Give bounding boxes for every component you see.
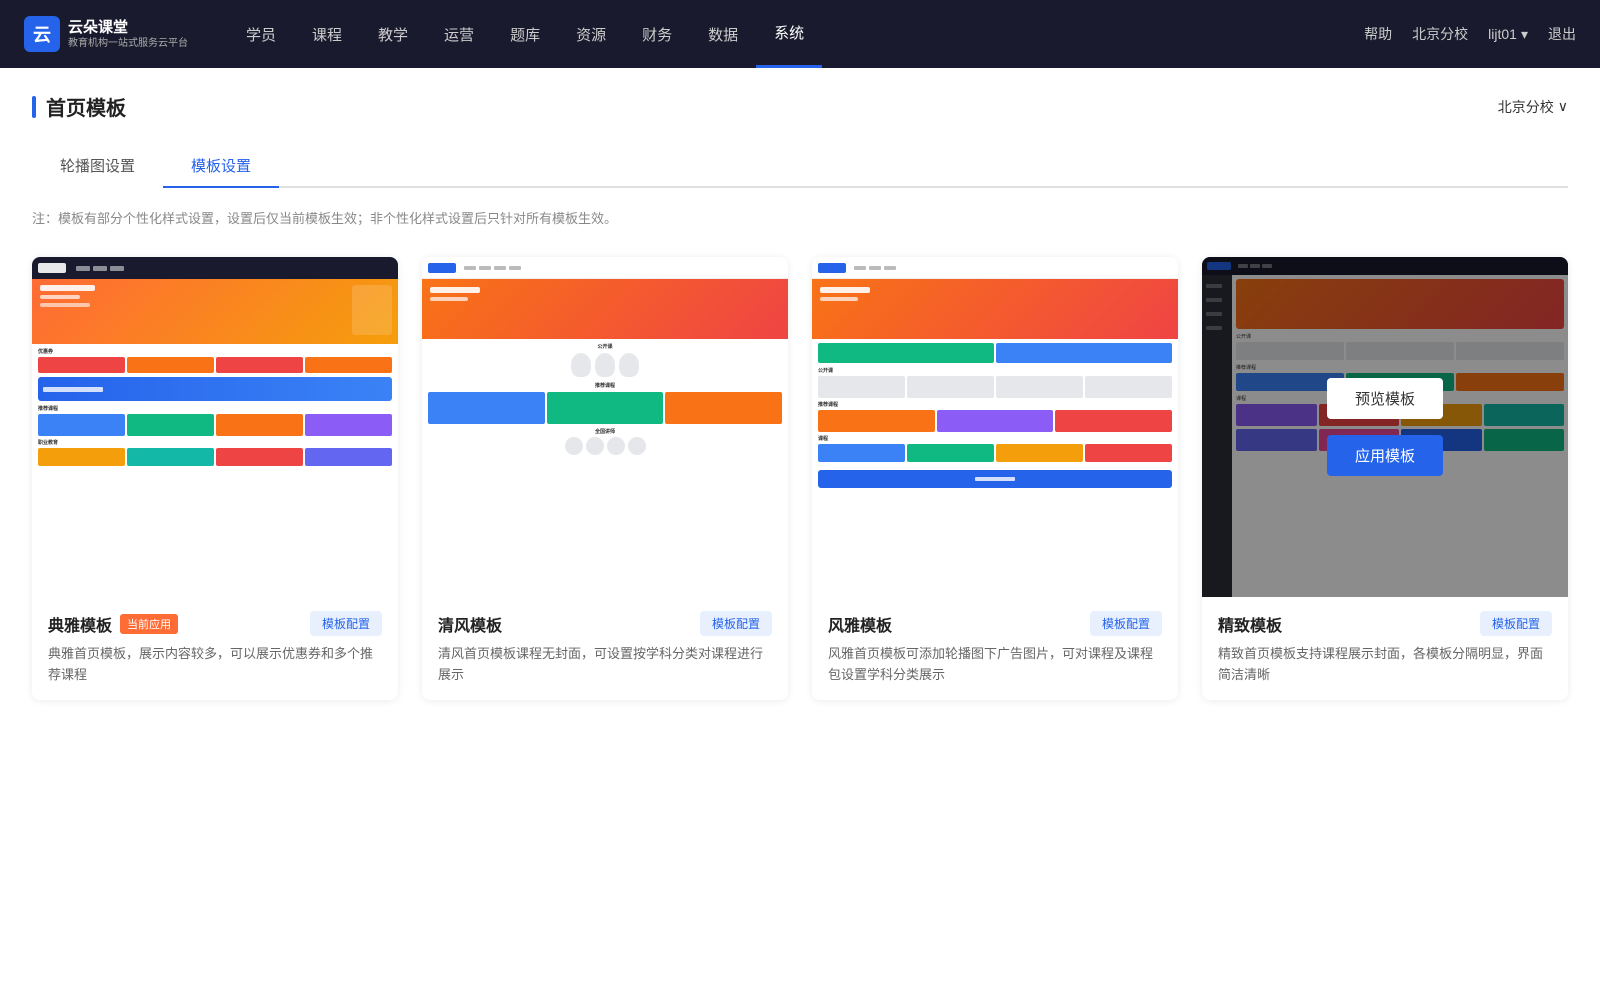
- template-info-elegant2: 风雅模板 模板配置 风雅首页模板可添加轮播图下广告图片，可对课程及课程包设置学科…: [812, 597, 1178, 700]
- template-name: 风雅模板: [828, 612, 892, 636]
- config-button-elegant2[interactable]: 模板配置: [1090, 611, 1162, 636]
- template-name-row: 典雅模板 当前应用 模板配置: [48, 611, 382, 636]
- page-title: 首页模板: [46, 92, 126, 121]
- template-name: 清风模板: [438, 612, 502, 636]
- help-link[interactable]: 帮助: [1364, 24, 1392, 44]
- logo-text: 云朵课堂 教育机构一站式服务云平台: [68, 18, 188, 51]
- page-container: 首页模板 北京分校 ∨ 轮播图设置 模板设置 注：模板有部分个性化样式设置，设置…: [0, 68, 1600, 990]
- tabs: 轮播图设置 模板设置: [32, 145, 1568, 188]
- chevron-down-icon: ∨: [1558, 98, 1568, 115]
- logo-icon: 云: [24, 16, 60, 52]
- note-text: 注：模板有部分个性化样式设置，设置后仅当前模板生效；非个性化样式设置后只针对所有…: [32, 208, 1568, 227]
- nav-students[interactable]: 学员: [228, 0, 294, 68]
- template-name: 精致模板: [1218, 612, 1282, 636]
- current-badge: 当前应用: [120, 614, 178, 634]
- templates-grid: 优惠券 推荐课程: [32, 257, 1568, 700]
- nav-data[interactable]: 数据: [690, 0, 756, 68]
- template-name-row: 风雅模板 模板配置: [828, 611, 1162, 636]
- config-button-elegant[interactable]: 模板配置: [310, 611, 382, 636]
- template-preview-refined: 公开课 推荐课程 课: [1202, 257, 1568, 597]
- branch-selector[interactable]: 北京分校 ∨: [1498, 97, 1568, 117]
- template-preview-fresh: 公开课 推荐课程 全国讲师: [422, 257, 788, 597]
- user-dropdown[interactable]: lijt01 ▾: [1488, 26, 1528, 43]
- navbar: 云 云朵课堂 教育机构一站式服务云平台 学员 课程 教学 运营 题库 资源 财务…: [0, 0, 1600, 68]
- preview-actions: 预览模板 应用模板: [1327, 378, 1443, 476]
- page-title-wrapper: 首页模板: [32, 92, 126, 121]
- nav-system[interactable]: 系统: [756, 0, 822, 68]
- template-info-refined: 精致模板 模板配置 精致首页模板支持课程展示封面，各模板分隔明显，界面简洁清晰: [1202, 597, 1568, 700]
- nav-questions[interactable]: 题库: [492, 0, 558, 68]
- chevron-down-icon: ▾: [1521, 26, 1528, 43]
- page-header: 首页模板 北京分校 ∨: [32, 92, 1568, 121]
- nav-finance[interactable]: 财务: [624, 0, 690, 68]
- template-preview-elegant2: 公开课 推荐课程 课程: [812, 257, 1178, 597]
- logo[interactable]: 云 云朵课堂 教育机构一站式服务云平台: [24, 16, 188, 52]
- nav-courses[interactable]: 课程: [294, 0, 360, 68]
- logout-link[interactable]: 退出: [1548, 24, 1576, 44]
- template-name-row: 精致模板 模板配置: [1218, 611, 1552, 636]
- template-card-elegant: 优惠券 推荐课程: [32, 257, 398, 700]
- branch-link[interactable]: 北京分校: [1412, 24, 1468, 44]
- template-card-fresh: 公开课 推荐课程 全国讲师: [422, 257, 788, 700]
- main-nav: 学员 课程 教学 运营 题库 资源 财务 数据 系统: [228, 0, 1364, 68]
- nav-teaching[interactable]: 教学: [360, 0, 426, 68]
- nav-resources[interactable]: 资源: [558, 0, 624, 68]
- template-info-fresh: 清风模板 模板配置 清风首页模板课程无封面，可设置按学科分类对课程进行展示: [422, 597, 788, 700]
- template-desc: 风雅首页模板可添加轮播图下广告图片，可对课程及课程包设置学科分类展示: [828, 644, 1162, 686]
- tab-carousel[interactable]: 轮播图设置: [32, 145, 163, 188]
- template-preview-elegant: 优惠券 推荐课程: [32, 257, 398, 597]
- config-button-refined[interactable]: 模板配置: [1480, 611, 1552, 636]
- tab-template[interactable]: 模板设置: [163, 145, 279, 188]
- template-card-refined: 公开课 推荐课程 课: [1202, 257, 1568, 700]
- nav-operations[interactable]: 运营: [426, 0, 492, 68]
- template-card-elegant2: 公开课 推荐课程 课程: [812, 257, 1178, 700]
- title-bar-accent: [32, 96, 36, 118]
- template-desc: 精致首页模板支持课程展示封面，各模板分隔明显，界面简洁清晰: [1218, 644, 1552, 686]
- config-button-fresh[interactable]: 模板配置: [700, 611, 772, 636]
- template-name-row: 清风模板 模板配置: [438, 611, 772, 636]
- navbar-right: 帮助 北京分校 lijt01 ▾ 退出: [1364, 24, 1576, 44]
- template-desc: 清风首页模板课程无封面，可设置按学科分类对课程进行展示: [438, 644, 772, 686]
- apply-button[interactable]: 应用模板: [1327, 435, 1443, 476]
- template-info-elegant: 典雅模板 当前应用 模板配置 典雅首页模板，展示内容较多，可以展示优惠券和多个推…: [32, 597, 398, 700]
- template-name: 典雅模板: [48, 612, 112, 636]
- preview-button[interactable]: 预览模板: [1327, 378, 1443, 419]
- template-desc: 典雅首页模板，展示内容较多，可以展示优惠券和多个推荐课程: [48, 644, 382, 686]
